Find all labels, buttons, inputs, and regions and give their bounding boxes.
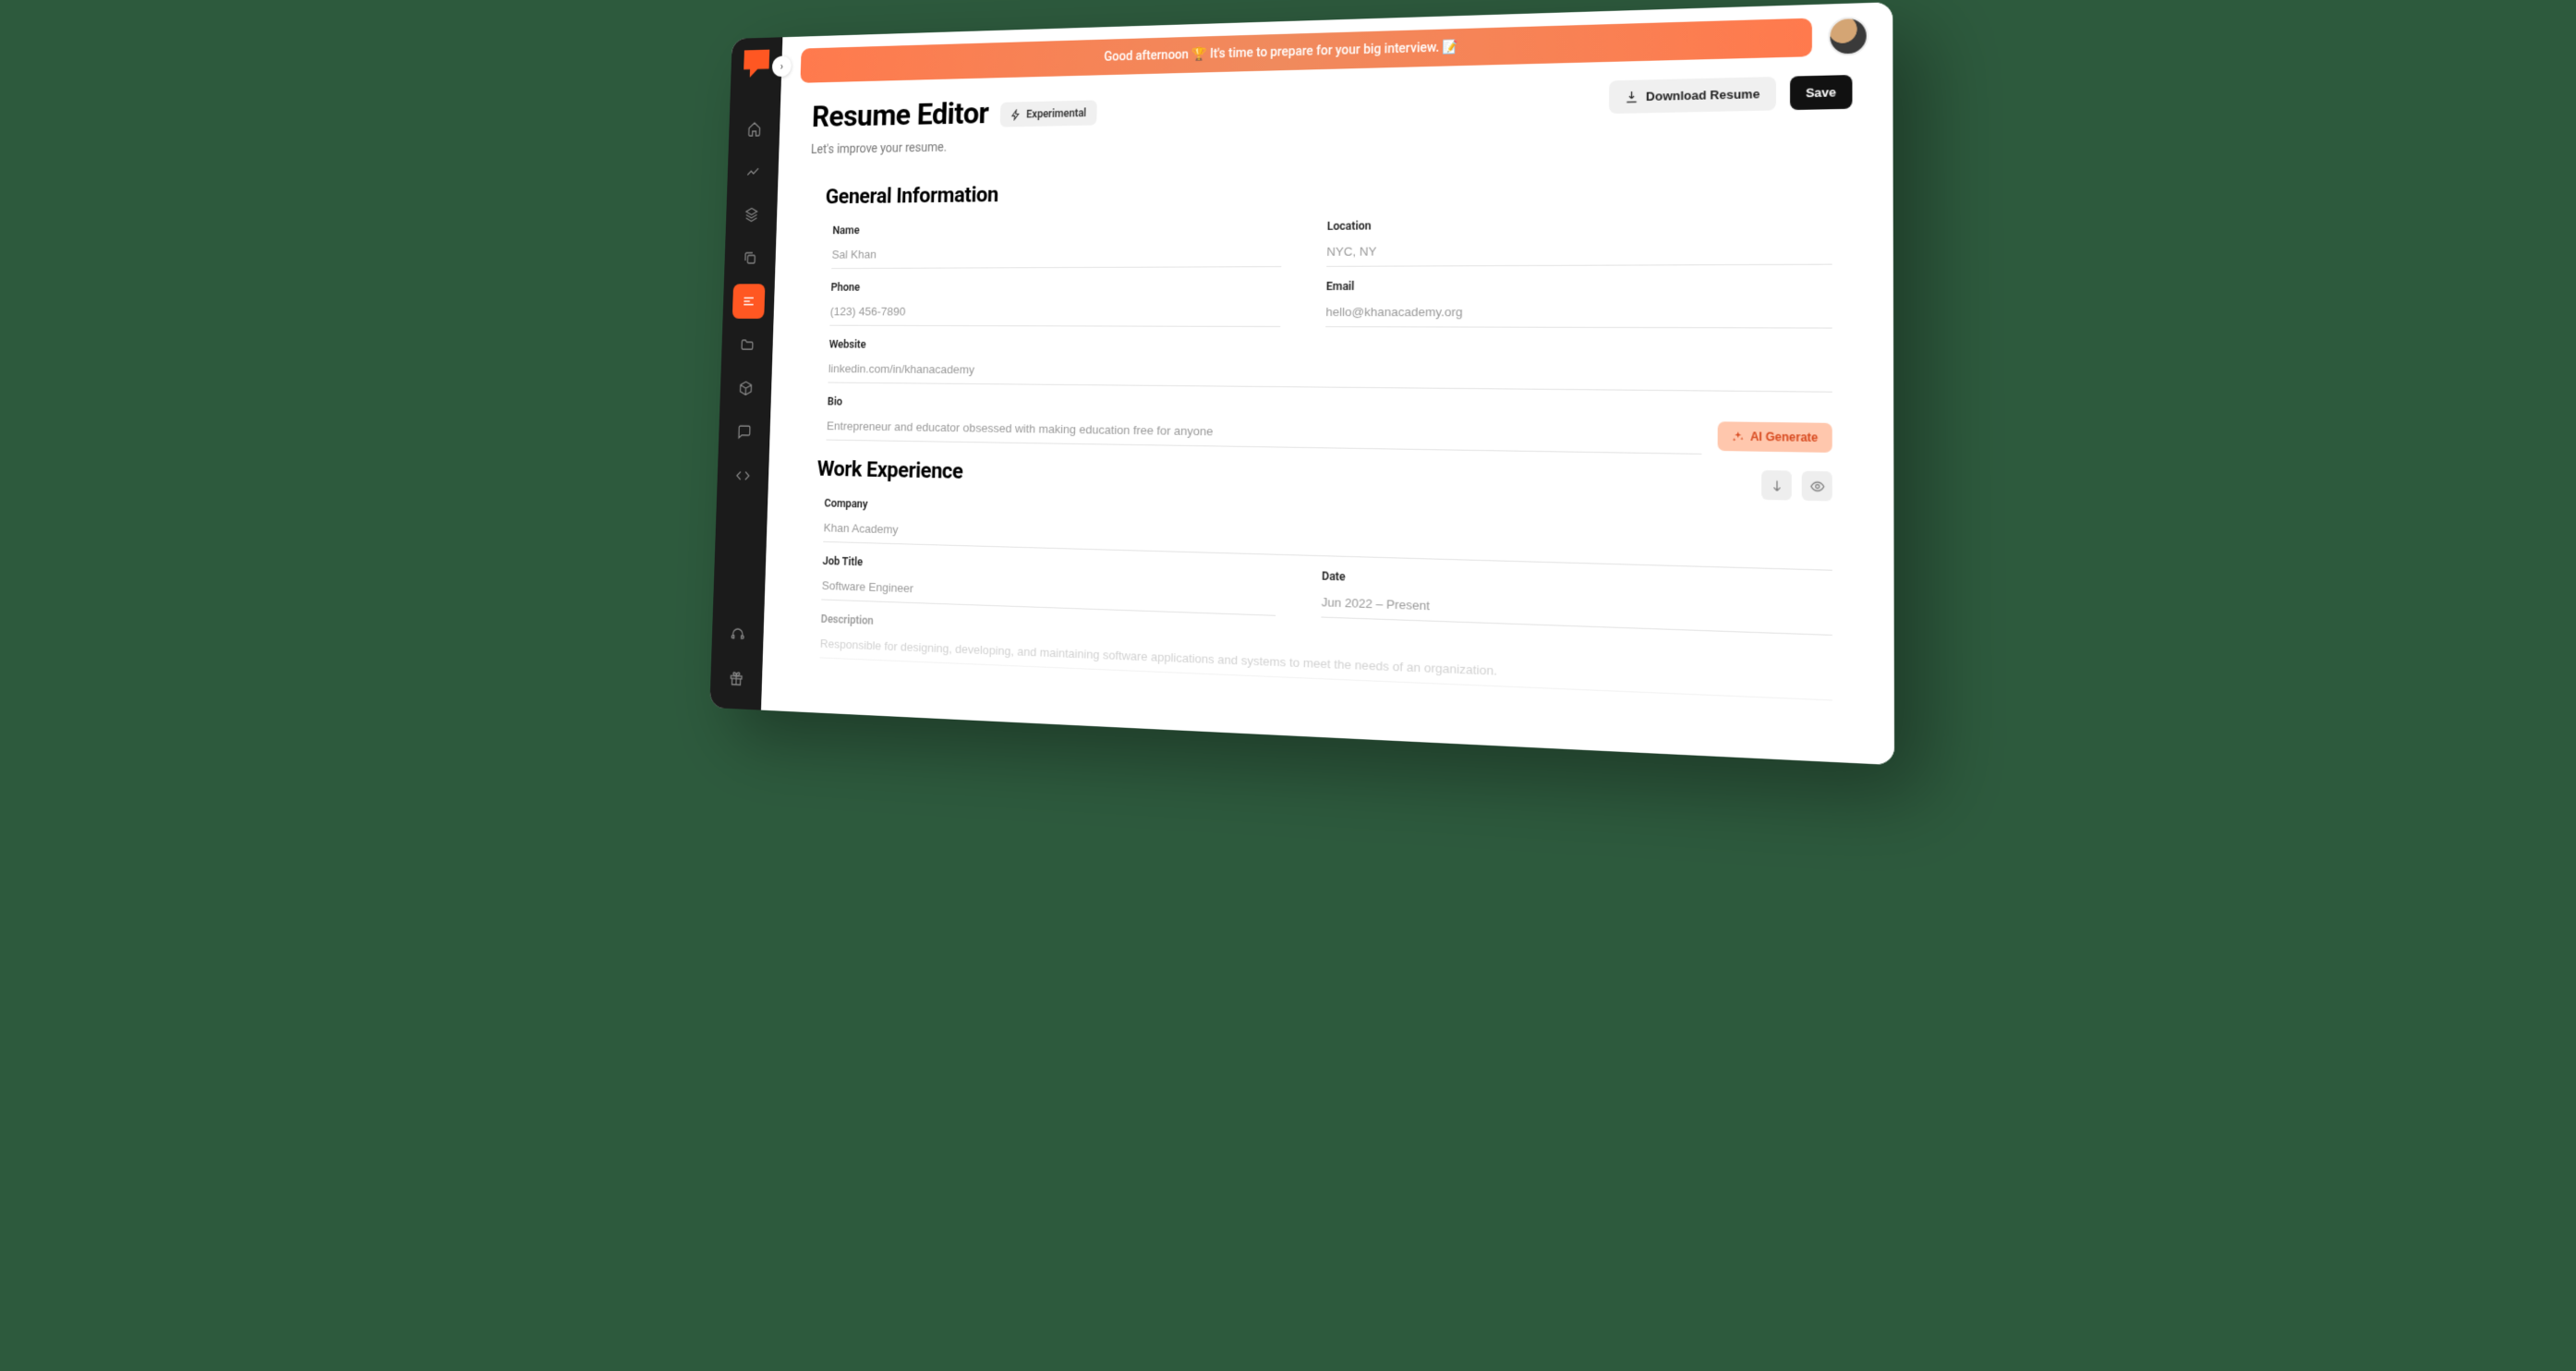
job-title-input[interactable] xyxy=(821,575,1276,616)
email-label: Email xyxy=(1325,279,1832,294)
nav-cube[interactable] xyxy=(729,370,762,406)
bolt-icon xyxy=(1010,109,1021,121)
layers-icon xyxy=(744,207,758,223)
page-title: Resume Editor xyxy=(811,96,988,135)
website-input[interactable] xyxy=(828,358,1832,393)
name-label: Name xyxy=(832,220,1282,237)
content: General Information Name Location Phone … xyxy=(762,142,1893,713)
code-icon xyxy=(735,467,750,483)
phone-label: Phone xyxy=(830,280,1281,294)
nav-chat[interactable] xyxy=(728,414,761,449)
app-window: › Good afternoon 🏆 It's time to prepare … xyxy=(709,2,1894,765)
copy-icon xyxy=(743,250,757,266)
nav-code[interactable] xyxy=(726,458,759,494)
section-work-title: Work Experience xyxy=(816,456,963,484)
ai-generate-button[interactable]: AI Generate xyxy=(1717,421,1832,453)
save-button[interactable]: Save xyxy=(1789,75,1852,110)
nav-text[interactable] xyxy=(732,284,765,319)
nav-copy[interactable] xyxy=(733,240,767,275)
move-down-button[interactable] xyxy=(1761,470,1792,501)
eye-icon xyxy=(1808,479,1823,493)
badge-label: Experimental xyxy=(1026,106,1086,120)
download-resume-button[interactable]: Download Resume xyxy=(1609,77,1775,114)
cube-icon xyxy=(738,381,753,396)
visibility-button[interactable] xyxy=(1801,471,1832,502)
nav-home[interactable] xyxy=(738,111,770,146)
arrow-down-icon xyxy=(1769,478,1784,492)
nav-layers[interactable] xyxy=(734,198,768,233)
headphones-icon xyxy=(730,626,744,643)
trend-icon xyxy=(745,164,760,179)
avatar[interactable] xyxy=(1828,17,1869,56)
main-area: Good afternoon 🏆 It's time to prepare fo… xyxy=(760,2,1893,765)
gift-icon xyxy=(729,671,744,687)
nav-support[interactable] xyxy=(720,616,754,653)
website-label: Website xyxy=(828,338,1832,357)
phone-input[interactable] xyxy=(829,300,1280,327)
name-input[interactable] xyxy=(831,240,1282,269)
location-label: Location xyxy=(1326,215,1832,234)
text-icon xyxy=(741,294,756,309)
folder-icon xyxy=(740,337,755,353)
nav-gift[interactable] xyxy=(720,661,753,698)
nav-trend[interactable] xyxy=(736,154,768,189)
location-input[interactable] xyxy=(1326,237,1832,267)
nav-folder[interactable] xyxy=(731,327,764,362)
experimental-badge: Experimental xyxy=(999,100,1096,127)
download-icon xyxy=(1625,90,1639,104)
download-label: Download Resume xyxy=(1645,87,1759,103)
ai-generate-label: AI Generate xyxy=(1749,430,1817,444)
sparkle-icon xyxy=(1731,430,1744,443)
logo-icon xyxy=(743,50,768,78)
section-general-title: General Information xyxy=(825,170,1832,209)
email-input[interactable] xyxy=(1325,300,1832,329)
save-label: Save xyxy=(1805,85,1835,100)
chat-icon xyxy=(736,424,751,440)
home-icon xyxy=(746,121,761,137)
